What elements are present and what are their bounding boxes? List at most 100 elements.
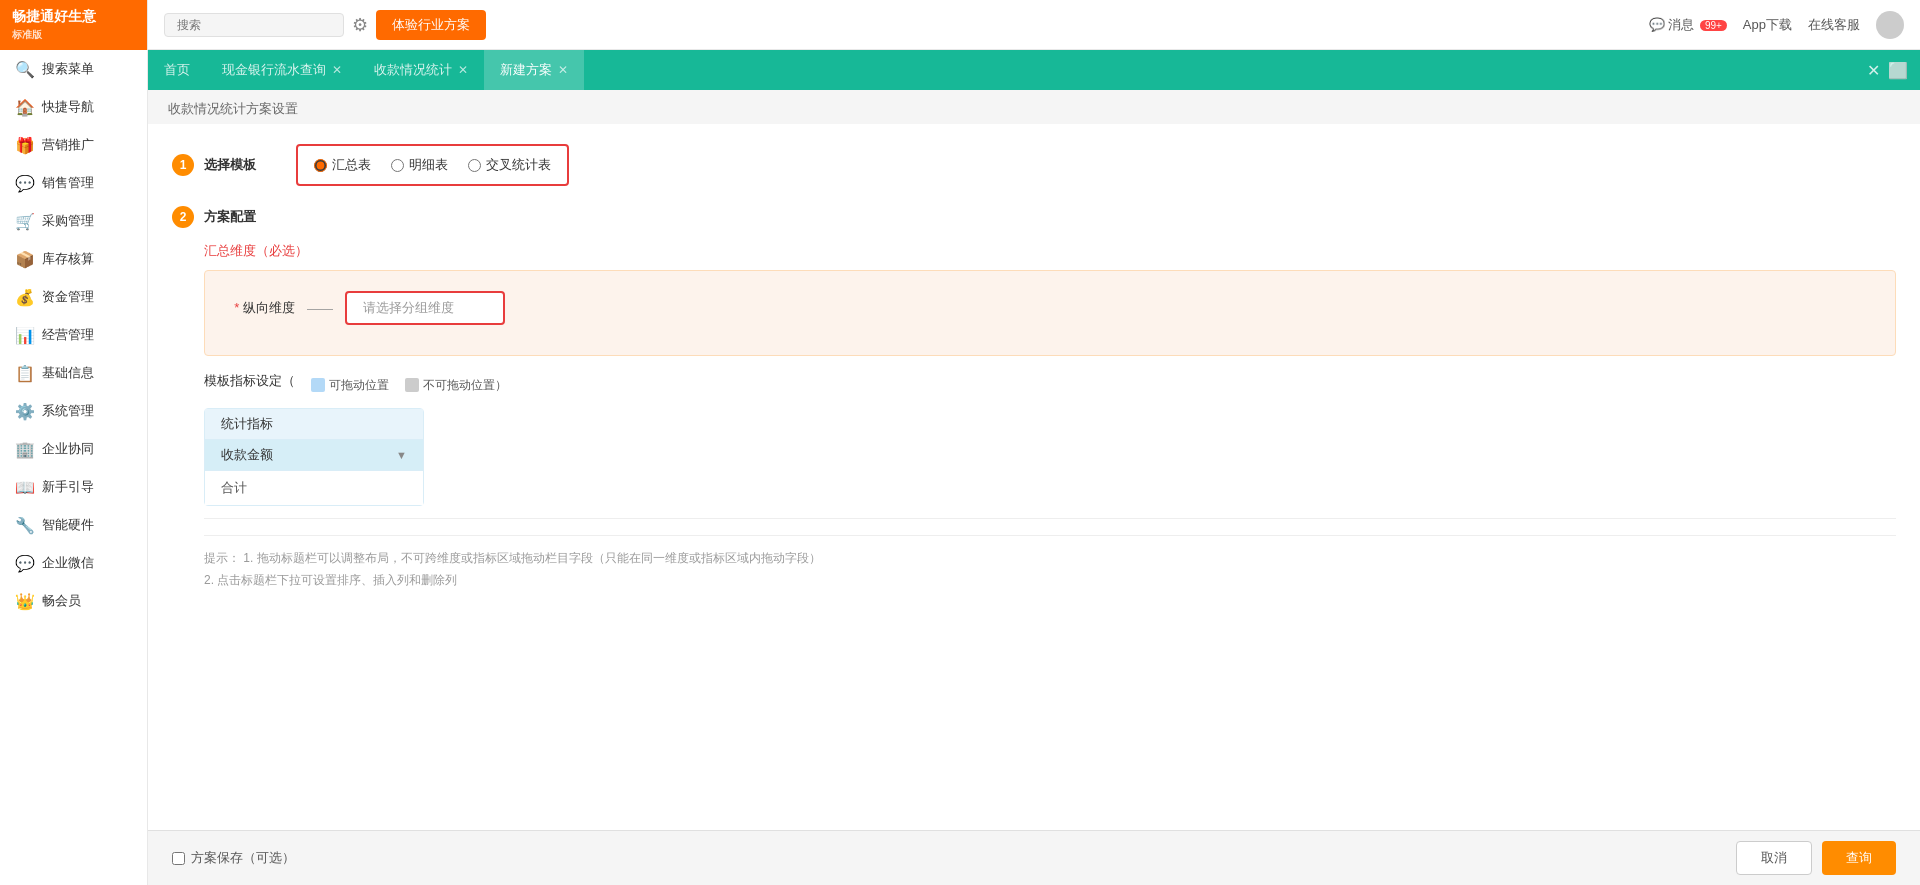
non-draggable-badge: 不可拖动位置）	[405, 377, 507, 394]
metrics-column-header[interactable]: 收款金额 ▼	[205, 440, 423, 471]
form-card: 1 选择模板 汇总表 明细表 交叉统计表	[148, 124, 1920, 830]
metrics-section: 模板指标设定（ 可拖动位置 不可拖动位置）	[204, 372, 1896, 506]
search-menu-icon: 🔍	[16, 60, 34, 78]
metrics-row-total: 合计	[205, 471, 423, 505]
required-star: *	[234, 300, 239, 315]
sidebar-item-member[interactable]: 👑 畅会员	[0, 582, 147, 620]
finance-icon: 💰	[16, 288, 34, 306]
close-window-icon[interactable]: ✕	[1867, 61, 1880, 80]
search-input[interactable]	[164, 13, 344, 37]
main-area: ⚙ 体验行业方案 💬 消息 99+ App下载 在线客服 首页 现金银行流水查询…	[148, 0, 1920, 885]
sidebar-item-search-menu[interactable]: 🔍 搜索菜单	[0, 50, 147, 88]
maximize-icon[interactable]: ⬜	[1888, 61, 1908, 80]
tip-line1: 提示： 1. 拖动标题栏可以调整布局，不可跨维度或指标区域拖动栏目字段（只能在同…	[204, 548, 1896, 570]
tab-home[interactable]: 首页	[148, 50, 206, 90]
logo-sub: 标准版	[12, 28, 96, 42]
footer-bar: 方案保存（可选） 取消 查询	[148, 830, 1920, 885]
tab-new-plan[interactable]: 新建方案 ✕	[484, 50, 584, 90]
operations-icon: 📊	[16, 326, 34, 344]
sidebar-item-operations[interactable]: 📊 经营管理	[0, 316, 147, 354]
tab-collection-stats-close[interactable]: ✕	[458, 63, 468, 77]
step1-header: 1 选择模板 汇总表 明细表 交叉统计表	[172, 144, 1896, 186]
metrics-table-header: 统计指标	[205, 409, 423, 440]
metrics-table: 统计指标 收款金额 ▼ 合计	[204, 408, 424, 506]
sidebar-item-purchase[interactable]: 🛒 采购管理	[0, 202, 147, 240]
radio-detail-input[interactable]	[391, 159, 404, 172]
step2-header: 2 方案配置	[172, 206, 1896, 228]
chevron-down-icon: ▼	[396, 449, 407, 461]
sidebar-item-corp-wechat[interactable]: 💬 企业微信	[0, 544, 147, 582]
newbie-icon: 📖	[16, 478, 34, 496]
user-avatar[interactable]	[1876, 11, 1904, 39]
sidebar-item-inventory[interactable]: 📦 库存核算	[0, 240, 147, 278]
member-icon: 👑	[16, 592, 34, 610]
draggable-color-swatch	[311, 378, 325, 392]
industry-btn[interactable]: 体验行业方案	[376, 10, 486, 40]
content-area: 收款情况统计方案设置 1 选择模板 汇总表 明细表	[148, 90, 1920, 885]
step2-section: 2 方案配置 汇总维度（必选） * 纵向维度 ——	[172, 206, 1896, 591]
tabbar: 首页 现金银行流水查询 ✕ 收款情况统计 ✕ 新建方案 ✕ ✕ ⬜	[148, 50, 1920, 90]
radio-cross-input[interactable]	[468, 159, 481, 172]
footer-actions: 取消 查询	[1736, 841, 1896, 875]
sidebar-item-sys-mgmt[interactable]: ⚙️ 系统管理	[0, 392, 147, 430]
save-option-checkbox[interactable]	[172, 852, 185, 865]
step1-section: 1 选择模板 汇总表 明细表 交叉统计表	[172, 144, 1896, 186]
app-download-link[interactable]: App下载	[1743, 16, 1792, 34]
smart-hw-icon: 🔧	[16, 516, 34, 534]
tab-new-plan-close[interactable]: ✕	[558, 63, 568, 77]
notification-badge: 99+	[1700, 20, 1727, 31]
sys-mgmt-icon: ⚙️	[16, 402, 34, 420]
vertical-dimension-row: * 纵向维度 —— 请选择分组维度	[225, 291, 1875, 325]
dimension-area: * 纵向维度 —— 请选择分组维度	[204, 270, 1896, 356]
sidebar-item-sales[interactable]: 💬 销售管理	[0, 164, 147, 202]
sidebar-item-basic-info[interactable]: 📋 基础信息	[0, 354, 147, 392]
radio-cross[interactable]: 交叉统计表	[468, 156, 551, 174]
sidebar-item-corp-collab[interactable]: 🏢 企业协同	[0, 430, 147, 468]
dimension-selector[interactable]: 请选择分组维度	[345, 291, 505, 325]
cancel-button[interactable]: 取消	[1736, 841, 1812, 875]
tab-cash-bank-close[interactable]: ✕	[332, 63, 342, 77]
topbar-right: 💬 消息 99+ App下载 在线客服	[1649, 11, 1904, 39]
radio-summary[interactable]: 汇总表	[314, 156, 371, 174]
notifications[interactable]: 💬 消息 99+	[1649, 16, 1727, 34]
topbar: ⚙ 体验行业方案 💬 消息 99+ App下载 在线客服	[148, 0, 1920, 50]
metrics-label: 模板指标设定（	[204, 372, 295, 390]
step1-title: 选择模板	[204, 156, 256, 174]
sidebar-item-marketing[interactable]: 🎁 营销推广	[0, 126, 147, 164]
topbar-left: ⚙ 体验行业方案	[164, 10, 1633, 40]
radio-summary-input[interactable]	[314, 159, 327, 172]
vertical-dimension-label: * 纵向维度	[225, 299, 295, 317]
breadcrumb: 收款情况统计方案设置	[148, 90, 1920, 124]
radio-detail[interactable]: 明细表	[391, 156, 448, 174]
purchase-icon: 🛒	[16, 212, 34, 230]
metrics-hint-bar: 模板指标设定（ 可拖动位置 不可拖动位置）	[204, 372, 1896, 398]
dimension-section-title: 汇总维度（必选）	[204, 242, 1896, 260]
tabbar-right: ✕ ⬜	[1867, 61, 1920, 80]
sidebar-item-finance[interactable]: 💰 资金管理	[0, 278, 147, 316]
non-draggable-color-swatch	[405, 378, 419, 392]
step1-num: 1	[172, 154, 194, 176]
sidebar: 畅捷通好生意 标准版 🔍 搜索菜单 🏠 快捷导航 🎁 营销推广 💬 销售管理 🛒…	[0, 0, 148, 885]
quick-nav-icon: 🏠	[16, 98, 34, 116]
sidebar-item-newbie[interactable]: 📖 新手引导	[0, 468, 147, 506]
step2-title: 方案配置	[204, 208, 256, 226]
query-button[interactable]: 查询	[1822, 841, 1896, 875]
tab-cash-bank[interactable]: 现金银行流水查询 ✕	[206, 50, 358, 90]
corp-wechat-icon: 💬	[16, 554, 34, 572]
logo-name: 畅捷通好生意	[12, 8, 96, 26]
save-option-label[interactable]: 方案保存（可选）	[172, 849, 295, 867]
tip-line2: 2. 点击标题栏下拉可设置排序、插入列和删除列	[204, 570, 1896, 592]
marketing-icon: 🎁	[16, 136, 34, 154]
tips-section: 提示： 1. 拖动标题栏可以调整布局，不可跨维度或指标区域拖动栏目字段（只能在同…	[204, 535, 1896, 591]
template-selector: 汇总表 明细表 交叉统计表	[296, 144, 569, 186]
online-service-link[interactable]: 在线客服	[1808, 16, 1860, 34]
sidebar-item-quick-nav[interactable]: 🏠 快捷导航	[0, 88, 147, 126]
basic-info-icon: 📋	[16, 364, 34, 382]
tab-collection-stats[interactable]: 收款情况统计 ✕	[358, 50, 484, 90]
sales-icon: 💬	[16, 174, 34, 192]
draggable-badge: 可拖动位置	[311, 377, 389, 394]
arrow-icon: ——	[307, 301, 333, 316]
gear-icon[interactable]: ⚙	[352, 14, 368, 36]
sidebar-item-smart-hw[interactable]: 🔧 智能硬件	[0, 506, 147, 544]
step2-num: 2	[172, 206, 194, 228]
